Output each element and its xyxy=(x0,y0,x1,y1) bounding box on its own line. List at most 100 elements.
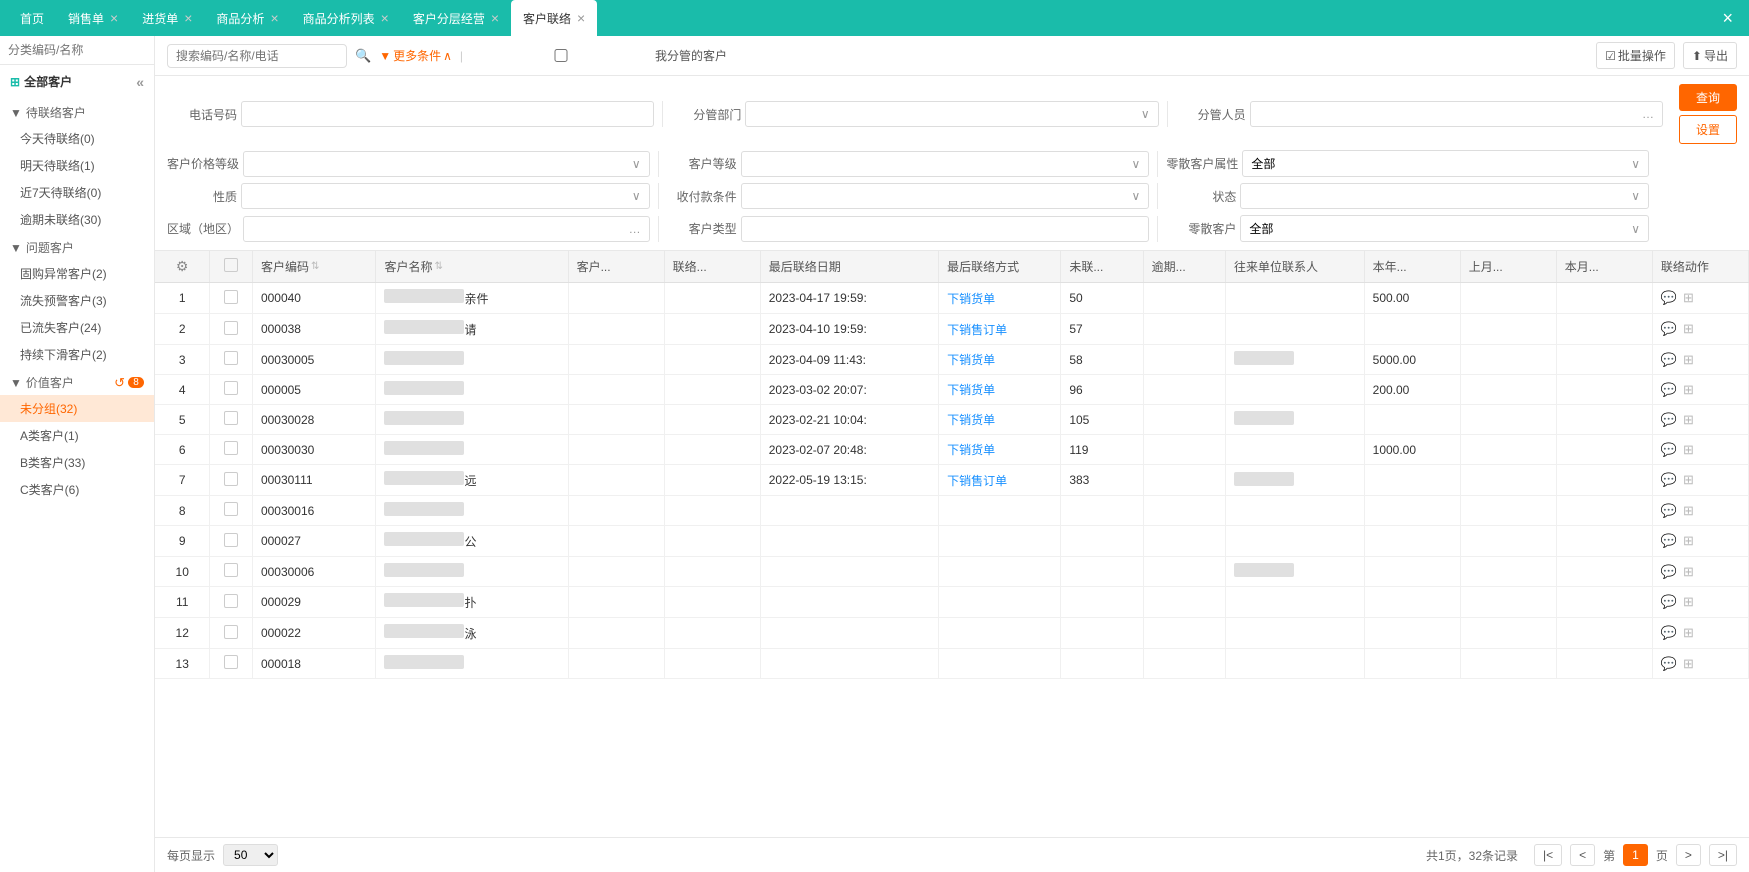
tab-product-analysis-list-close[interactable]: × xyxy=(381,10,389,26)
chat-icon[interactable]: 💬 xyxy=(1661,564,1677,580)
more-actions-icon[interactable]: ⊞ xyxy=(1683,442,1694,458)
chat-icon[interactable]: 💬 xyxy=(1661,503,1677,519)
sidebar-all-customers[interactable]: ⊞ 全部客户 « xyxy=(0,65,154,98)
more-actions-icon[interactable]: ⊞ xyxy=(1683,472,1694,488)
sidebar-item-overdue[interactable]: 逾期未联络(30) xyxy=(0,206,154,233)
row-checkbox[interactable] xyxy=(224,594,238,608)
filter-price-grade-select[interactable]: ∨ xyxy=(243,151,650,177)
last-page-button[interactable]: >| xyxy=(1709,844,1737,866)
filter-sparse-attr-select[interactable]: 全部 ∨ xyxy=(1242,150,1649,177)
row-checkbox[interactable] xyxy=(224,441,238,455)
tab-product-analysis[interactable]: 商品分析 × xyxy=(204,0,290,36)
filter-region-select[interactable]: … xyxy=(243,216,650,242)
more-actions-icon[interactable]: ⊞ xyxy=(1683,503,1694,519)
reset-button[interactable]: 设置 xyxy=(1679,115,1737,144)
chat-icon[interactable]: 💬 xyxy=(1661,442,1677,458)
sidebar-group-problem[interactable]: ▼ 问题客户 xyxy=(0,233,154,260)
refresh-icon[interactable]: ↺ xyxy=(114,375,125,391)
filter-more-conditions[interactable]: ▼ 更多条件 ∧ xyxy=(379,47,452,64)
more-actions-icon[interactable]: ⊞ xyxy=(1683,564,1694,580)
chat-icon[interactable]: 💬 xyxy=(1661,472,1677,488)
row-checkbox[interactable] xyxy=(224,533,238,547)
more-actions-icon[interactable]: ⊞ xyxy=(1683,533,1694,549)
chat-icon[interactable]: 💬 xyxy=(1661,533,1677,549)
sidebar-item-churn-warning[interactable]: 流失预警客户(3) xyxy=(0,287,154,314)
query-button[interactable]: 查询 xyxy=(1679,84,1737,111)
header-checkbox[interactable] xyxy=(224,258,238,272)
more-actions-icon[interactable]: ⊞ xyxy=(1683,321,1694,337)
row-checkbox[interactable] xyxy=(224,411,238,425)
export-button[interactable]: ⬆ 导出 xyxy=(1683,42,1737,69)
sidebar-item-abnormal[interactable]: 固购异常客户(2) xyxy=(0,260,154,287)
chat-icon[interactable]: 💬 xyxy=(1661,321,1677,337)
sidebar-item-class-a[interactable]: A类客户(1) xyxy=(0,422,154,449)
row-checkbox[interactable] xyxy=(224,502,238,516)
sort-icon-code[interactable]: ⇅ xyxy=(311,261,319,272)
filter-status-select[interactable]: ∨ xyxy=(1240,183,1649,209)
more-actions-icon[interactable]: ⊞ xyxy=(1683,352,1694,368)
chat-icon[interactable]: 💬 xyxy=(1661,412,1677,428)
tab-purchase-close[interactable]: × xyxy=(184,10,192,26)
filter-cust-type-select[interactable] xyxy=(741,216,1150,242)
row-checkbox[interactable] xyxy=(224,351,238,365)
more-actions-icon[interactable]: ⊞ xyxy=(1683,382,1694,398)
row-checkbox[interactable] xyxy=(224,655,238,669)
my-customers-filter[interactable]: 我分管的客户 xyxy=(471,47,727,64)
row-checkbox[interactable] xyxy=(224,381,238,395)
sidebar-item-today[interactable]: 今天待联络(0) xyxy=(0,125,154,152)
chat-icon[interactable]: 💬 xyxy=(1661,625,1677,641)
chat-icon[interactable]: 💬 xyxy=(1661,290,1677,306)
row-checkbox[interactable] xyxy=(224,321,238,335)
tab-product-analysis-list[interactable]: 商品分析列表 × xyxy=(291,0,401,36)
more-actions-icon[interactable]: ⊞ xyxy=(1683,656,1694,672)
sidebar-item-class-b[interactable]: B类客户(33) xyxy=(0,449,154,476)
sidebar-group-pending[interactable]: ▼ 待联络客户 xyxy=(0,98,154,125)
settings-gear-icon[interactable]: ⚙ xyxy=(176,258,189,274)
tab-customer-contact-close[interactable]: × xyxy=(577,10,585,26)
filter-cust-grade-select[interactable]: ∨ xyxy=(741,151,1150,177)
method-link[interactable]: 下销货单 xyxy=(947,413,995,427)
sidebar-item-unassigned[interactable]: 未分组(32) xyxy=(0,395,154,422)
filter-sparse-select[interactable]: 全部 ∨ xyxy=(1240,215,1649,242)
prev-page-button[interactable]: < xyxy=(1570,844,1595,866)
more-actions-icon[interactable]: ⊞ xyxy=(1683,290,1694,306)
sidebar-group-value[interactable]: ▼ 价值客户 ↺ 8 xyxy=(0,368,154,395)
method-link[interactable]: 下销货单 xyxy=(947,383,995,397)
more-actions-icon[interactable]: ⊞ xyxy=(1683,625,1694,641)
filter-nature-select[interactable]: ∨ xyxy=(241,183,650,209)
tab-customer-contact[interactable]: 客户联络 × xyxy=(511,0,597,36)
method-link[interactable]: 下销货单 xyxy=(947,292,995,306)
tab-purchase[interactable]: 进货单 × xyxy=(130,0,204,36)
tab-sales-close[interactable]: × xyxy=(110,10,118,26)
chat-icon[interactable]: 💬 xyxy=(1661,352,1677,368)
more-actions-icon[interactable]: ⊞ xyxy=(1683,412,1694,428)
per-page-select[interactable]: 50 100 200 xyxy=(223,844,278,866)
batch-op-button[interactable]: ☑ 批量操作 xyxy=(1596,42,1675,69)
chat-icon[interactable]: 💬 xyxy=(1661,382,1677,398)
method-link[interactable]: 下销售订单 xyxy=(947,474,1007,488)
row-checkbox[interactable] xyxy=(224,290,238,304)
tab-customer-segment[interactable]: 客户分层经营 × xyxy=(401,0,511,36)
row-checkbox[interactable] xyxy=(224,625,238,639)
method-link[interactable]: 下销货单 xyxy=(947,353,995,367)
row-checkbox[interactable] xyxy=(224,472,238,486)
filter-payment-select[interactable]: ∨ xyxy=(741,183,1150,209)
next-page-button[interactable]: > xyxy=(1676,844,1701,866)
sort-icon-name[interactable]: ⇅ xyxy=(434,261,442,272)
sidebar-item-churned[interactable]: 已流失客户(24) xyxy=(0,314,154,341)
search-input[interactable] xyxy=(167,44,347,68)
sidebar-collapse-icon[interactable]: « xyxy=(136,74,144,90)
first-page-button[interactable]: |< xyxy=(1534,844,1562,866)
sidebar-item-class-c[interactable]: C类客户(6) xyxy=(0,476,154,503)
my-customers-checkbox[interactable] xyxy=(471,49,651,62)
method-link[interactable]: 下销售订单 xyxy=(947,323,1007,337)
filter-phone-input[interactable] xyxy=(241,101,654,127)
search-icon[interactable]: 🔍 xyxy=(355,48,371,64)
tab-customer-segment-close[interactable]: × xyxy=(491,10,499,26)
tab-sales[interactable]: 销售单 × xyxy=(56,0,130,36)
more-actions-icon[interactable]: ⊞ xyxy=(1683,594,1694,610)
method-link[interactable]: 下销货单 xyxy=(947,443,995,457)
row-checkbox[interactable] xyxy=(224,563,238,577)
sidebar-item-7days[interactable]: 近7天待联络(0) xyxy=(0,179,154,206)
chat-icon[interactable]: 💬 xyxy=(1661,656,1677,672)
